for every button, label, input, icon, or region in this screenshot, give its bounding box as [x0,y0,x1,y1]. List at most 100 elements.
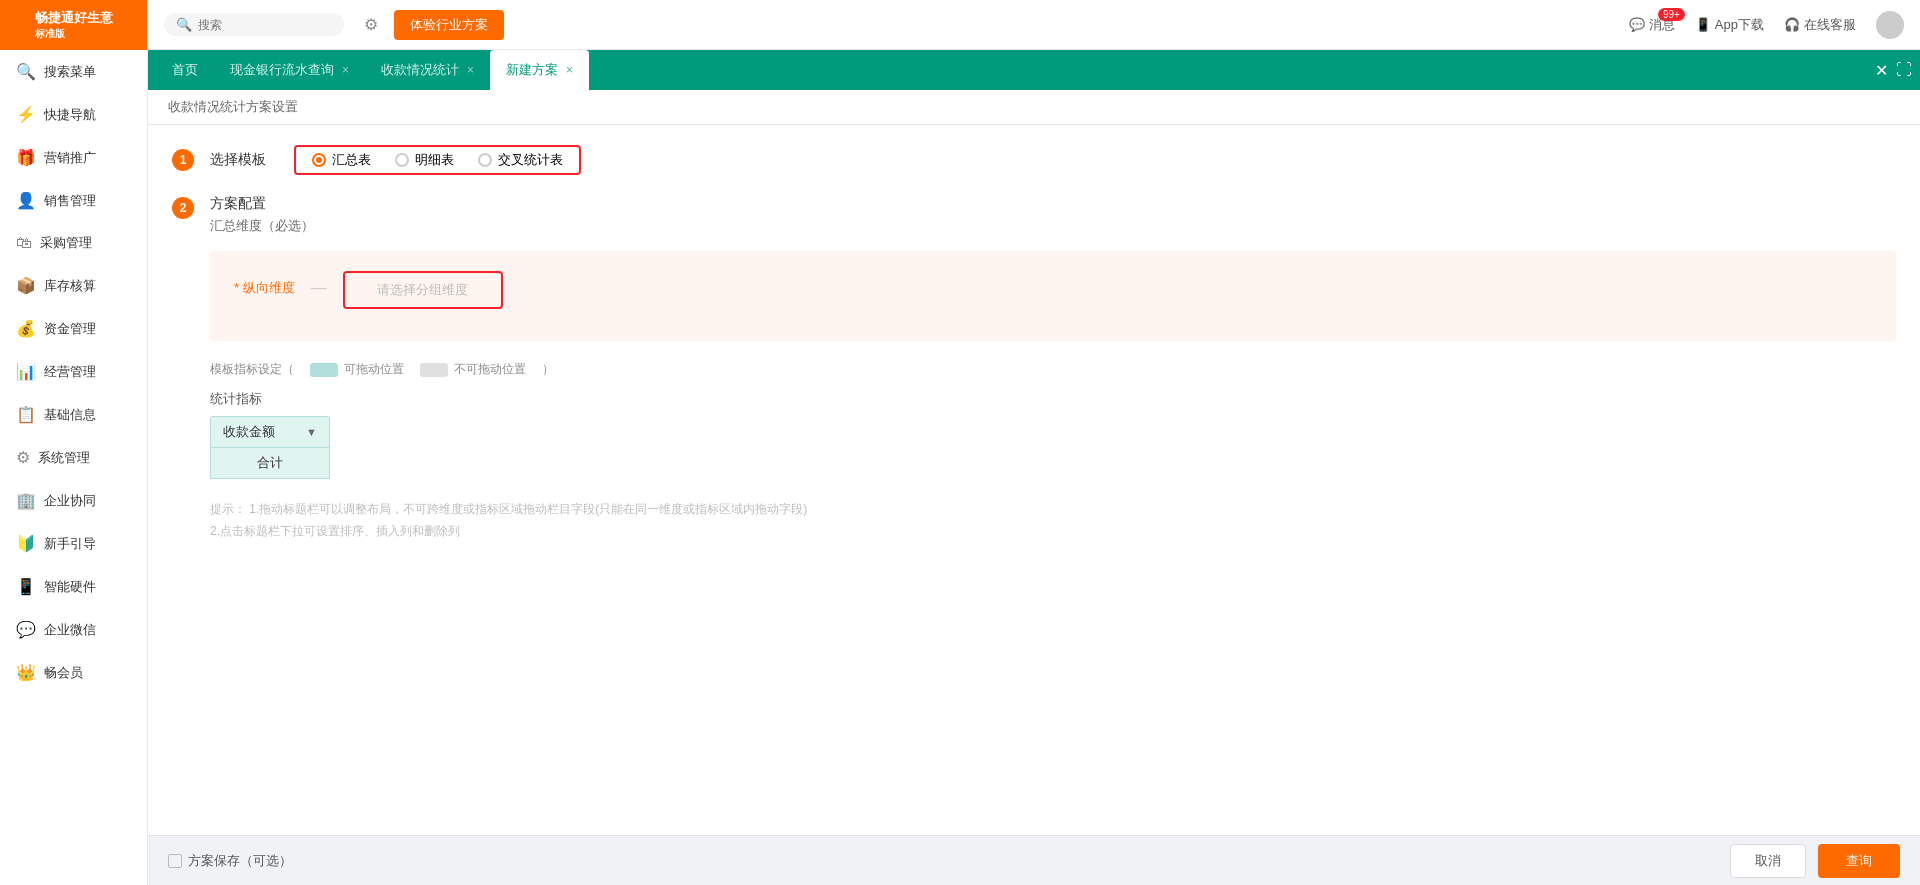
sidebar-item-member[interactable]: 👑 畅会员 [0,651,147,694]
maximize-icon[interactable]: ⛶ [1896,61,1912,80]
step2-block: 汇总维度（必选） * 纵向维度 — 请选择分组维度 模板指标设定（ [210,217,1896,542]
notification-item[interactable]: 💬 消息 99+ [1629,16,1675,34]
row-dim-label: * 纵向维度 [234,279,295,297]
main-area: 🔍 ⚙ 体验行业方案 💬 消息 99+ 📱 App下载 🎧 在线客服 首页 [148,0,1920,885]
download-item[interactable]: 📱 App下载 [1695,16,1764,34]
radio-dot-summary [316,157,322,163]
step2-label: 方案配置 [210,195,266,211]
page-wrap: 收款情况统计方案设置 1 选择模板 汇总表 [148,90,1920,885]
sidebar-item-purchase[interactable]: 🛍 采购管理 [0,222,147,264]
close-window-icon[interactable]: ✕ [1875,61,1888,80]
sidebar-item-operation[interactable]: 📊 经营管理 [0,350,147,393]
legend-draggable-item: 可拖动位置 [310,361,404,378]
tab-label: 现金银行流水查询 [230,61,334,79]
cancel-button[interactable]: 取消 [1730,844,1806,878]
support-item[interactable]: 🎧 在线客服 [1784,16,1856,34]
header-right: 💬 消息 99+ 📱 App下载 🎧 在线客服 [1629,11,1904,39]
sidebar-item-label: 库存核算 [44,277,96,295]
sidebar-item-hardware[interactable]: 📱 智能硬件 [0,565,147,608]
sidebar-item-finance[interactable]: 💰 资金管理 [0,307,147,350]
notification-badge: 99+ [1658,8,1685,21]
download-label: App下载 [1715,16,1764,34]
search-input[interactable] [198,18,318,32]
tab-label: 新建方案 [506,61,558,79]
app-logo: 畅捷通好生意 标准版 [0,0,147,50]
legend-draggable-label: 可拖动位置 [344,361,404,378]
step2-badge: 2 [172,197,194,219]
dropdown-icon[interactable]: ▼ [306,426,317,438]
legend-non-draggable-box [420,363,448,377]
basic-icon: 📋 [16,405,36,424]
dimension-title: 汇总维度（必选） [210,217,1896,235]
hint-line2: 2.点击标题栏下拉可设置排序、插入列和删除列 [210,521,1896,543]
tab-payment-stats[interactable]: 收款情况统计 × [365,50,490,90]
support-label: 在线客服 [1804,16,1856,34]
member-icon: 👑 [16,663,36,682]
tab-bar: 首页 现金银行流水查询 × 收款情况统计 × 新建方案 × ✕ ⛶ [148,50,1920,90]
sidebar-item-label: 系统管理 [38,449,90,467]
operation-icon: 📊 [16,362,36,381]
sidebar-item-wechat[interactable]: 💬 企业微信 [0,608,147,651]
radio-circle-cross [478,153,492,167]
indicator-label: 统计指标 [210,390,1896,408]
download-icon: 📱 [1695,17,1711,32]
radio-summary[interactable]: 汇总表 [312,151,371,169]
tab-home[interactable]: 首页 [156,61,214,79]
sidebar-item-marketing[interactable]: 🎁 营销推广 [0,136,147,179]
page-breadcrumb: 收款情况统计方案设置 [168,99,298,114]
radio-label-cross: 交叉统计表 [498,151,563,169]
legend-title: 模板指标设定（ [210,361,294,378]
tab-close-icon[interactable]: × [467,63,474,77]
sidebar-item-inventory[interactable]: 📦 库存核算 [0,264,147,307]
quick-nav-icon: ⚡ [16,105,36,124]
headset-icon: 🎧 [1784,17,1800,32]
inventory-icon: 📦 [16,276,36,295]
radio-circle-detail [395,153,409,167]
sidebar-item-label: 经营管理 [44,363,96,381]
app-version: 标准版 [35,27,113,41]
tab-new-plan[interactable]: 新建方案 × [490,50,589,90]
sidebar-item-label: 销售管理 [44,192,96,210]
sidebar-item-label: 智能硬件 [44,578,96,596]
avatar[interactable] [1876,11,1904,39]
sidebar: 畅捷通好生意 标准版 🔍 搜索菜单 ⚡ 快捷导航 🎁 营销推广 👤 销售管理 🛍… [0,0,148,885]
legend-non-draggable-item: 不可拖动位置 [420,361,526,378]
step2-row: 2 方案配置 汇总维度（必选） * 纵向维度 — 请选择分组维度 [172,195,1896,542]
sidebar-item-quick[interactable]: ⚡ 快捷导航 [0,93,147,136]
sidebar-item-label: 营销推广 [44,149,96,167]
indicator-cell-total: 合计 [210,448,330,479]
tab-close-icon[interactable]: × [566,63,573,77]
radio-label-detail: 明细表 [415,151,454,169]
radio-cross[interactable]: 交叉统计表 [478,151,563,169]
tab-close-icon[interactable]: × [342,63,349,77]
legend-non-draggable-label: 不可拖动位置 [454,361,526,378]
trial-button[interactable]: 体验行业方案 [394,10,504,40]
sidebar-item-system[interactable]: ⚙ 系统管理 [0,436,147,479]
gear-icon[interactable]: ⚙ [364,15,378,34]
sidebar-item-basic[interactable]: 📋 基础信息 [0,393,147,436]
query-button[interactable]: 查询 [1818,844,1900,878]
hint-line1: 提示： 1.拖动标题栏可以调整布局，不可跨维度或指标区域拖动栏目字段(只能在同一… [210,499,1896,521]
header-search-box[interactable]: 🔍 [164,13,344,36]
dimension-select[interactable]: 请选择分组维度 [343,271,503,309]
search-menu-icon: 🔍 [16,62,36,81]
radio-detail[interactable]: 明细表 [395,151,454,169]
tab-label: 收款情况统计 [381,61,459,79]
radio-label-summary: 汇总表 [332,151,371,169]
sidebar-item-corp[interactable]: 🏢 企业协同 [0,479,147,522]
guide-icon: 🔰 [16,534,36,553]
save-label: 方案保存（可选） [188,852,292,870]
indicator-header[interactable]: 收款金额 ▼ [210,416,330,448]
save-checkbox[interactable] [168,854,182,868]
sales-icon: 👤 [16,191,36,210]
sidebar-item-sales[interactable]: 👤 销售管理 [0,179,147,222]
sidebar-item-search[interactable]: 🔍 搜索菜单 [0,50,147,93]
tab-cash-flow[interactable]: 现金银行流水查询 × [214,50,365,90]
indicator-table: 收款金额 ▼ 合计 [210,416,330,479]
sidebar-item-label: 采购管理 [40,234,92,252]
page-title-bar: 收款情况统计方案设置 [148,90,1920,125]
step1-row: 1 选择模板 汇总表 明细表 [172,145,1896,175]
template-radio-group: 汇总表 明细表 交叉统计表 [312,151,563,169]
sidebar-item-guide[interactable]: 🔰 新手引导 [0,522,147,565]
finance-icon: 💰 [16,319,36,338]
